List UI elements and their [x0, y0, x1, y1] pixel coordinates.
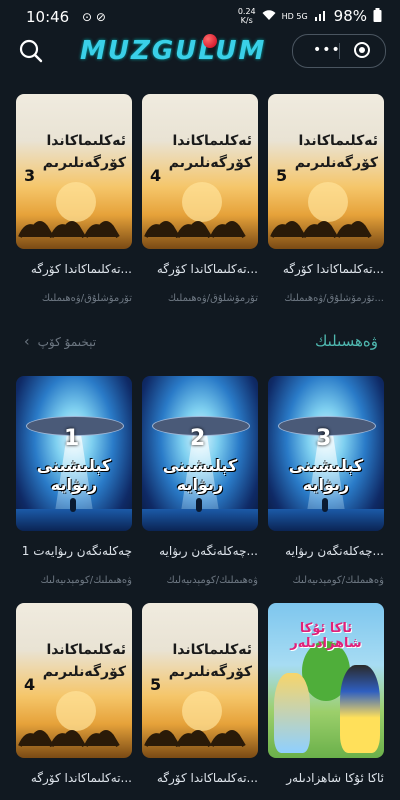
card-title[interactable]: ئاكا ئۇكا شاھزادىلەر	[268, 771, 384, 789]
card-genre: تۆرمۆشلۇق/ۋەھىملىك	[167, 293, 258, 304]
video-card[interactable]: ئەكلىماكاندا كۆرگەنلىرىم 5 تەكلىماكاندا …	[142, 603, 258, 789]
camel-caravan-icon	[144, 221, 246, 239]
card-thumbnail[interactable]: 2 كېلىشىنى رىۋايە	[142, 376, 258, 531]
card-genre: ۋەھىملىك/كومېدىيەلىك	[292, 575, 384, 586]
camel-caravan-icon	[18, 221, 120, 239]
video-card[interactable]: ئەكلىماكاندا كۆرگەنلىرىم 3 تەكلىماكاندا …	[16, 94, 132, 307]
battery-icon	[373, 7, 382, 25]
card-thumbnail[interactable]: 3 كېلىشىنى رىۋايە	[268, 376, 384, 531]
miniapp-capsule: •••	[292, 34, 386, 68]
speed-unit: K/s	[240, 16, 253, 25]
card-thumbnail[interactable]: ئەكلىماكاندا كۆرگەنلىرىم 4	[142, 94, 258, 249]
video-card[interactable]: ئەكلىماكاندا كۆرگەنلىرىم 4 تەكلىماكاندا …	[16, 603, 132, 789]
see-more-label: تېخىمۇ كۆپ	[37, 335, 97, 349]
capsule-divider	[339, 43, 340, 59]
app-header: MUZGULUM •••	[0, 34, 400, 74]
thumb-title: ئەكلىماكاندا كۆرگەنلىرىم	[168, 642, 252, 680]
close-target-icon[interactable]	[354, 42, 370, 58]
speed-value: 0.24	[237, 7, 256, 16]
see-more-link[interactable]: ‹ تېخىمۇ كۆپ	[24, 334, 96, 350]
card-thumbnail[interactable]: ئەكلىماكاندا كۆرگەنلىرىم 4	[16, 603, 132, 758]
battery-percent: 98%	[333, 7, 367, 25]
episode-number: 4	[24, 675, 36, 694]
person-silhouette	[322, 498, 328, 512]
video-card[interactable]: 3 كېلىشىنى رىۋايە چەكلەنگەن رىۋايە... ۋە…	[268, 376, 384, 589]
card-title[interactable]: تەكلىماكاندا كۆرگە...	[142, 771, 258, 789]
thumb-title: ئەكلىماكاندا كۆرگەنلىرىم	[168, 133, 252, 171]
status-bar: 10:46 ⊙ ⊘ 0.24 K/s HD 5G 98%	[0, 0, 400, 34]
notification-icons: ⊙ ⊘	[82, 10, 106, 24]
card-title[interactable]: چەكلەنگەن رىۋايە...	[268, 544, 384, 562]
card-genre: تۆرمۆشلۇق/ۋەھىملىك...	[284, 293, 384, 304]
card-title[interactable]: چەكلەنگەن رىۋايە...	[142, 544, 258, 562]
episode-number: 1	[64, 426, 80, 451]
camel-caravan-icon	[18, 730, 120, 748]
card-thumbnail[interactable]: ئەكلىماكاندا كۆرگەنلىرىم 3	[16, 94, 132, 249]
card-thumbnail[interactable]: ئەكلىماكاندا كۆرگەنلىرىم 5	[268, 94, 384, 249]
logo-ball-icon	[203, 34, 217, 48]
card-thumbnail[interactable]: 1 كېلىشىنى رىۋايە	[16, 376, 132, 531]
episode-number: 4	[150, 166, 162, 185]
app-logo: MUZGULUM	[80, 34, 270, 70]
thumb-title: ئەكلىماكاندا كۆرگەنلىرىم	[42, 133, 126, 171]
card-title[interactable]: تەكلىماكاندا كۆرگە...	[16, 771, 132, 789]
more-options-icon[interactable]: •••	[313, 42, 341, 58]
camel-caravan-icon	[270, 221, 372, 239]
video-card[interactable]: 2 كېلىشىنى رىۋايە چەكلەنگەن رىۋايە... ۋە…	[142, 376, 258, 589]
wifi-icon	[262, 9, 276, 24]
card-genre: ۋەھىملىك/كومېدىيەلىك	[166, 575, 258, 586]
section-title: ۋەھسىلىك	[314, 332, 378, 350]
ground-shape	[142, 509, 258, 531]
card-title[interactable]: تەكلىماكاندا كۆرگە...	[268, 262, 384, 280]
person-silhouette	[70, 498, 76, 512]
episode-number: 3	[24, 166, 36, 185]
logo-text: MUZGULUM	[80, 36, 267, 66]
person-silhouette	[196, 498, 202, 512]
signal-icon	[314, 9, 328, 24]
card-genre: ۋەھىملىك/كومېدىيەلىك	[40, 575, 132, 586]
chevron-left-icon: ‹	[24, 334, 30, 350]
ground-shape	[268, 509, 384, 531]
video-card[interactable]: ئەكلىماكاندا كۆرگەنلىرىم 5 تەكلىماكاندا …	[268, 94, 384, 307]
episode-number: 2	[190, 426, 206, 451]
video-card[interactable]: 1 كېلىشىنى رىۋايە چەكلەنگەن رىۋايەت 1 ۋە…	[16, 376, 132, 589]
thumb-title: ئاكا ئۇكا شاھزادىلەر	[290, 621, 362, 651]
ground-shape	[16, 509, 132, 531]
episode-number: 5	[150, 675, 162, 694]
card-title[interactable]: تەكلىماكاندا كۆرگە...	[16, 262, 132, 280]
camel-caravan-icon	[144, 730, 246, 748]
search-button[interactable]	[18, 38, 44, 64]
thumb-title: كېلىشىنى رىۋايە	[162, 456, 238, 494]
video-card[interactable]: ئاكا ئۇكا شاھزادىلەر ئاكا ئۇكا شاھزادىلە…	[268, 603, 384, 789]
thumb-title: كېلىشىنى رىۋايە	[288, 456, 364, 494]
thumb-title: كېلىشىنى رىۋايە	[36, 456, 112, 494]
card-thumbnail[interactable]: ئاكا ئۇكا شاھزادىلەر	[268, 603, 384, 758]
princess-figure	[274, 673, 310, 753]
thumb-title: ئەكلىماكاندا كۆرگەنلىرىم	[294, 133, 378, 171]
card-genre: تۆرمۆشلۇق/ۋەھىملىك	[41, 293, 132, 304]
card-thumbnail[interactable]: ئەكلىماكاندا كۆرگەنلىرىم 5	[142, 603, 258, 758]
status-right: 0.24 K/s HD 5G 98%	[238, 7, 382, 25]
network-label: HD 5G	[281, 11, 308, 21]
princess-figure	[340, 665, 380, 753]
episode-number: 3	[316, 426, 332, 451]
video-card[interactable]: ئەكلىماكاندا كۆرگەنلىرىم 4 تەكلىماكاندا …	[142, 94, 258, 307]
card-title[interactable]: چەكلەنگەن رىۋايەت 1	[16, 544, 132, 562]
thumb-title: ئەكلىماكاندا كۆرگەنلىرىم	[42, 642, 126, 680]
search-icon	[19, 39, 43, 63]
episode-number: 5	[276, 166, 288, 185]
card-title[interactable]: تەكلىماكاندا كۆرگە...	[142, 262, 258, 280]
section-header: ‹ تېخىمۇ كۆپ ۋەھسىلىك	[0, 326, 400, 362]
status-time: 10:46	[26, 8, 70, 26]
